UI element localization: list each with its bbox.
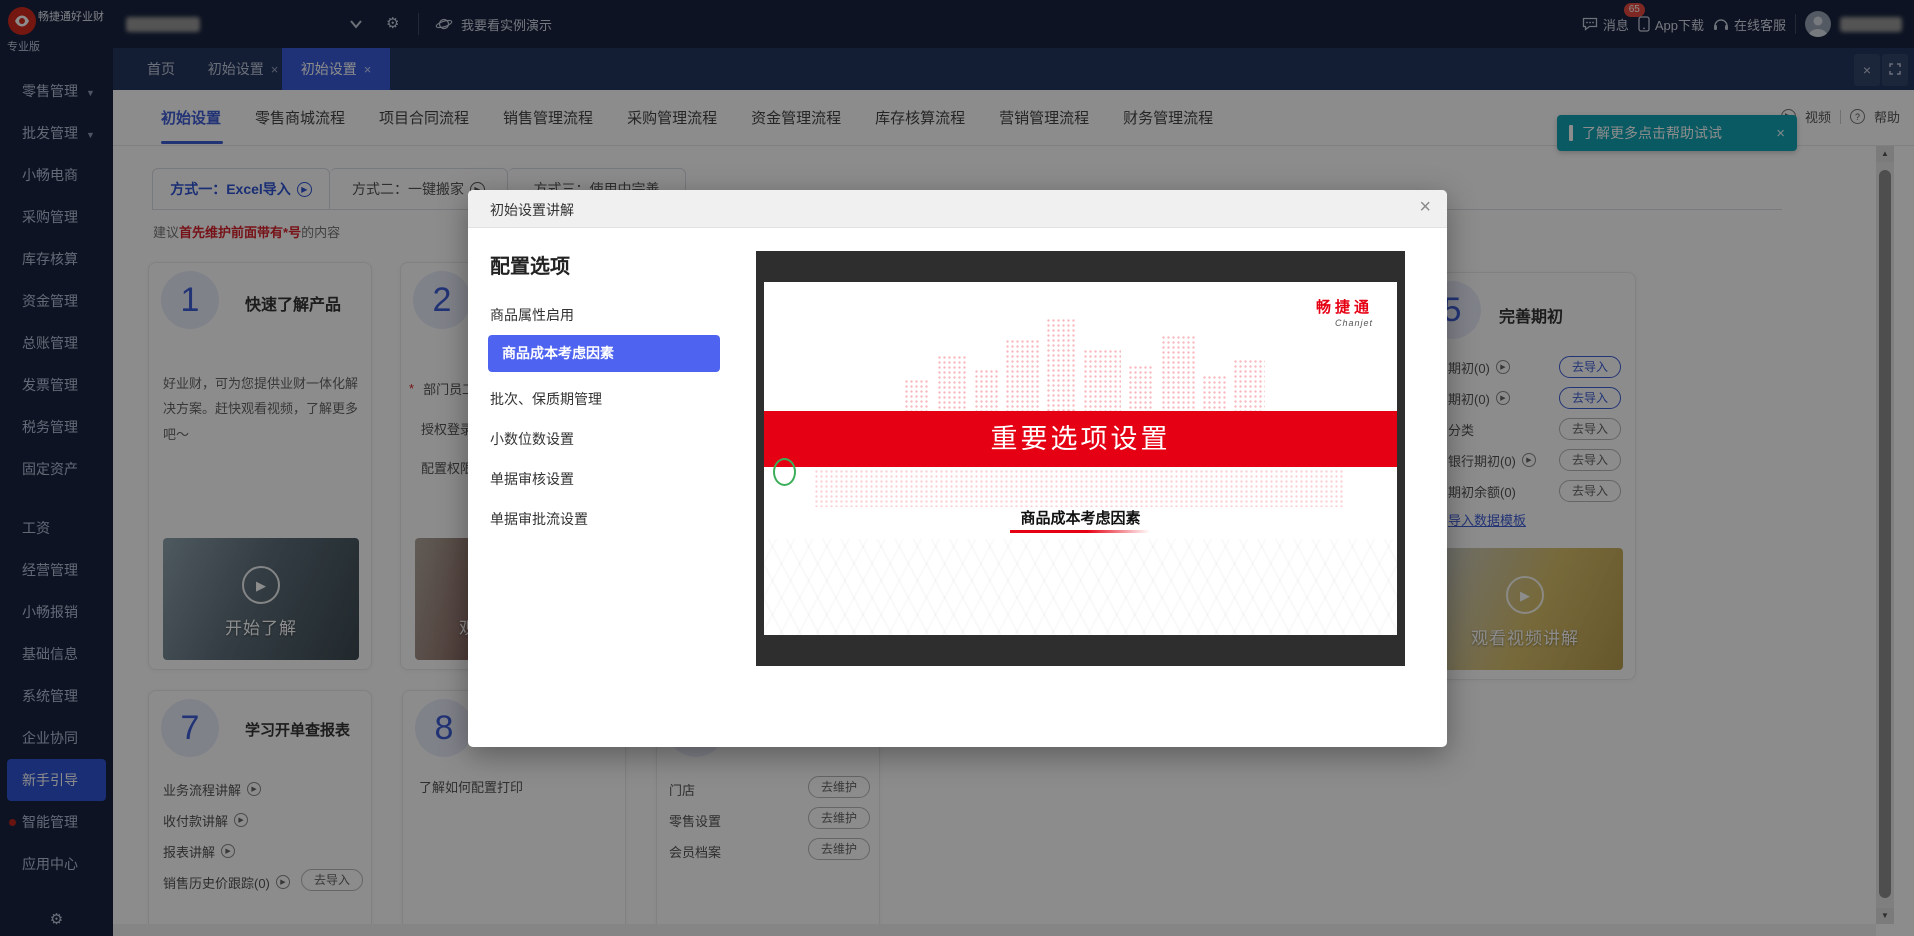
option-approval-flow[interactable]: 单据审批流设置: [490, 506, 718, 532]
options-section-title: 配置选项: [490, 256, 570, 278]
dialog-title: 初始设置讲解: [490, 202, 574, 218]
option-product-attributes[interactable]: 商品属性启用: [490, 302, 718, 328]
option-document-audit[interactable]: 单据审核设置: [490, 466, 718, 492]
app-window: 畅捷通好业财 专业版 零售管理 ▼ 批发管理 ▼ 小畅电商 采购管理 库存核算 资金…: [0, 0, 1914, 936]
dotted-pattern: [814, 469, 1344, 507]
slide-subtitle: 商品成本考虑因素: [1020, 510, 1141, 527]
red-underline: [1010, 530, 1150, 533]
dialog-header: 初始设置讲解 ×: [468, 190, 1447, 228]
slide-banner: 重要选项设置: [764, 411, 1397, 467]
presentation-slide: 畅捷通 Chanjet 重要选项设置 商品成本考虑因素: [764, 282, 1397, 635]
option-product-cost-factors-selected[interactable]: 商品成本考虑因素: [488, 335, 720, 372]
slide-brand: 畅捷通 Chanjet: [1316, 296, 1373, 328]
dialog-close-icon[interactable]: ×: [1419, 196, 1431, 219]
presentation-frame: 畅捷通 Chanjet 重要选项设置 商品成本考虑因素: [756, 251, 1405, 666]
initial-setup-dialog: 初始设置讲解 × 配置选项 商品属性启用 商品成本考虑因素 批次、保质期管理 小…: [468, 190, 1447, 747]
option-decimal-places[interactable]: 小数位数设置: [490, 426, 718, 452]
cursor-highlight-ring: [773, 458, 796, 486]
chanjet-logo-text: 畅捷通: [1315, 299, 1373, 316]
option-batch-shelf-life[interactable]: 批次、保质期管理: [490, 386, 718, 412]
dotted-skyline-graphic: [904, 318, 1274, 411]
circuit-pattern: [764, 539, 1397, 635]
